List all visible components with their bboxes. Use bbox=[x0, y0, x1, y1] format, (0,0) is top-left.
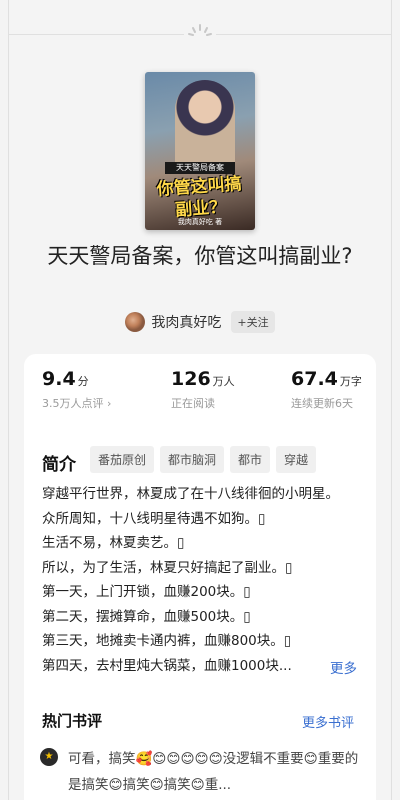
intro-line: 第二天，摆摊算命，血赚500块。▯ bbox=[42, 608, 251, 625]
intro-text[interactable]: 穿越平行世界，林夏成了在十八线徘徊的小明星。 众所周知，十八线明星待遇不如狗。▯… bbox=[42, 482, 372, 678]
intro-more-link[interactable]: 更多 bbox=[330, 657, 357, 677]
intro-line: 第四天，去村里炖大锅菜，血赚1000块... bbox=[42, 657, 292, 674]
words-value: 67.4 bbox=[291, 368, 338, 390]
tag-item[interactable]: 都市脑洞 bbox=[160, 446, 225, 473]
reading-value: 126 bbox=[171, 368, 211, 390]
book-title: 天天警局备案，你管这叫搞副业? bbox=[47, 244, 353, 268]
author-name[interactable]: 我肉真好吃 bbox=[151, 312, 221, 332]
book-info-card: 9.4 分 3.5万人点评 › 126 万人 正在阅读 67.4 万字 连续更新6天 … bbox=[24, 354, 376, 800]
cover-author: 我肉真好吃 著 bbox=[177, 218, 223, 226]
intro-line: 所以，为了生活，林夏只好搞起了副业。▯ bbox=[42, 559, 293, 576]
rating-count-link[interactable]: 3.5万人点评 › bbox=[42, 395, 111, 411]
cover-title-art: 你管这叫搞副业？ bbox=[156, 174, 243, 221]
tag-item[interactable]: 番茄原创 bbox=[90, 446, 155, 473]
sparkle-decoration-icon bbox=[184, 20, 216, 48]
update-status: 连续更新6天 bbox=[291, 397, 353, 410]
author-row: 我肉真好吃 +关注 bbox=[0, 310, 400, 334]
review-item[interactable]: ★ 可看，搞笑🥰😊😊😊😊😊没逻辑不重要😊重要的是搞笑😊搞笑😊搞笑😊重... bbox=[40, 746, 370, 798]
author-avatar[interactable] bbox=[125, 312, 146, 332]
words-unit: 万字 bbox=[339, 375, 362, 388]
review-text: 可看，搞笑🥰😊😊😊😊😊没逻辑不重要😊重要的是搞笑😊搞笑😊搞笑😊重... bbox=[68, 751, 359, 793]
intro-line: 众所周知，十八线明星待遇不如狗。▯ bbox=[42, 510, 266, 527]
more-reviews-link[interactable]: 更多书评 bbox=[302, 712, 354, 731]
intro-line: 第三天，地摊卖卡通内裤，血赚800块。▯ bbox=[42, 633, 292, 649]
rating-stat[interactable]: 9.4 分 3.5万人点评 › bbox=[42, 368, 111, 411]
follow-button[interactable]: +关注 bbox=[231, 311, 275, 333]
rating-value: 9.4 bbox=[42, 368, 76, 390]
intro-line: 穿越平行世界，林夏成了在十八线徘徊的小明星。 bbox=[42, 486, 339, 502]
rating-unit: 分 bbox=[77, 375, 89, 388]
intro-line: 生活不易，林夏卖艺。▯ bbox=[42, 535, 185, 551]
reading-label: 正在阅读 bbox=[171, 397, 215, 410]
words-stat: 67.4 万字 连续更新6天 bbox=[291, 368, 362, 411]
reading-stat: 126 万人 正在阅读 bbox=[171, 368, 235, 411]
tag-item[interactable]: 都市 bbox=[230, 446, 271, 473]
cover-banner: 天天警局备案 bbox=[165, 162, 235, 174]
tag-list: 番茄原创 都市脑洞 都市 穿越 bbox=[90, 446, 317, 473]
book-cover[interactable]: 天天警局备案 你管这叫搞副业？ 我肉真好吃 著 bbox=[145, 72, 255, 230]
tag-item[interactable]: 穿越 bbox=[276, 446, 317, 473]
intro-line: 第一天，上门开锁，血赚200块。▯ bbox=[42, 584, 251, 600]
cover-illustration bbox=[175, 80, 235, 170]
hot-reviews-heading: 热门书评 bbox=[42, 712, 103, 730]
reviewer-avatar-icon[interactable]: ★ bbox=[40, 748, 58, 766]
intro-heading: 简介 bbox=[42, 455, 76, 475]
reading-unit: 万人 bbox=[212, 375, 235, 388]
